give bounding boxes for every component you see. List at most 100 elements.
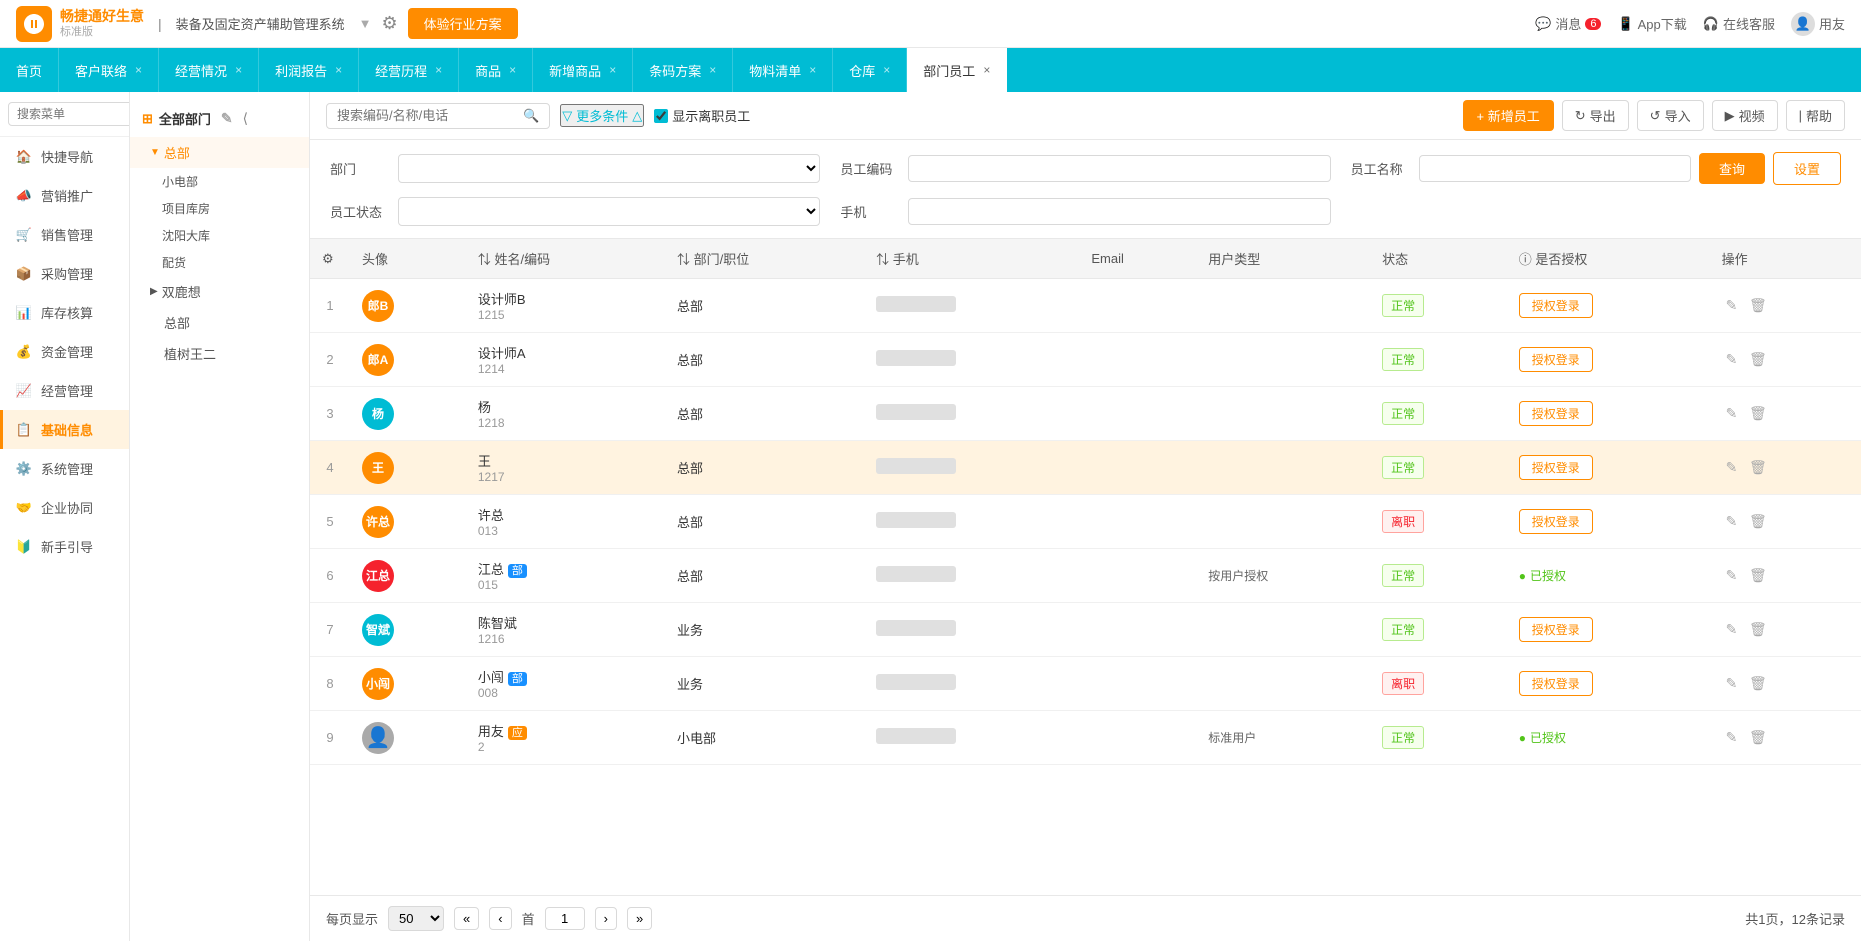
delete-btn-3[interactable]: 🗑 [1745, 403, 1771, 424]
last-page-btn[interactable]: » [627, 907, 652, 930]
delete-btn-2[interactable]: 🗑 [1745, 349, 1771, 370]
dept-child-0-1[interactable]: 项目库房 [130, 195, 309, 222]
nav-tab-new-goods[interactable]: 新增商品 × [533, 48, 633, 92]
sidebar-item-guide[interactable]: 🔰 新手引导 [0, 527, 129, 566]
emp-name-input[interactable] [1419, 155, 1691, 182]
emp-code-input[interactable] [908, 155, 1330, 182]
nav-tab-bom[interactable]: 物料清单 × [733, 48, 833, 92]
sidebar-item-purchase[interactable]: 📦 采购管理 [0, 254, 129, 293]
nav-tab-profit[interactable]: 利润报告 × [259, 48, 359, 92]
edit-btn-8[interactable]: ✎ [1722, 673, 1742, 694]
edit-btn-1[interactable]: ✎ [1722, 295, 1742, 316]
edit-btn-9[interactable]: ✎ [1722, 727, 1742, 748]
close-warehouse-tab[interactable]: × [883, 63, 890, 77]
add-employee-btn[interactable]: + 新增员工 [1463, 100, 1554, 131]
dept-item-3[interactable]: 植树王二 [130, 338, 309, 369]
edit-btn-7[interactable]: ✎ [1722, 619, 1742, 640]
nav-tab-journey[interactable]: 经营历程 × [359, 48, 459, 92]
sidebar-search-input[interactable] [8, 102, 130, 126]
sidebar-item-system[interactable]: ⚙️ 系统管理 [0, 449, 129, 488]
sidebar-item-inventory[interactable]: 📊 库存核算 [0, 293, 129, 332]
sidebar-item-enterprise[interactable]: 🤝 企业协同 [0, 488, 129, 527]
close-journey-tab[interactable]: × [435, 63, 442, 77]
dept-edit-icon[interactable]: ✎ [221, 110, 233, 127]
next-page-btn[interactable]: › [595, 907, 617, 930]
search-input[interactable] [337, 108, 517, 123]
view-btn[interactable]: ▶ 视频 [1712, 100, 1778, 131]
delete-btn-9[interactable]: 🗑 [1745, 727, 1771, 748]
phone-input[interactable] [908, 198, 1330, 225]
delete-btn-1[interactable]: 🗑 [1745, 295, 1771, 316]
nav-tab-warehouse[interactable]: 仓库 × [833, 48, 907, 92]
close-barcode-tab[interactable]: × [709, 63, 716, 77]
auth-btn-4[interactable]: 授权登录 [1519, 455, 1593, 480]
per-page-select[interactable]: 50 20 100 [388, 906, 444, 931]
sidebar-item-sales[interactable]: 🛒 销售管理 [0, 215, 129, 254]
search-btn-icon[interactable]: 🔍 [523, 108, 539, 124]
edit-btn-2[interactable]: ✎ [1722, 349, 1742, 370]
dept-child-0-3[interactable]: 配货 [130, 249, 309, 276]
col-settings[interactable]: ⚙ [310, 239, 350, 279]
nav-tab-goods[interactable]: 商品 × [459, 48, 533, 92]
sidebar-item-basic-info[interactable]: 📋 基础信息 [0, 410, 129, 449]
first-page-btn[interactable]: « [454, 907, 479, 930]
emp-status-select[interactable] [398, 197, 820, 226]
reset-btn[interactable]: 设置 [1773, 152, 1841, 185]
app-download-action[interactable]: 📱 App下载 [1617, 14, 1686, 33]
auth-btn-7[interactable]: 授权登录 [1519, 617, 1593, 642]
delete-btn-8[interactable]: 🗑 [1745, 673, 1771, 694]
import-btn[interactable]: ↺ 导入 [1637, 100, 1704, 131]
system-title-dropdown[interactable]: ▼ [359, 16, 372, 31]
edit-btn-5[interactable]: ✎ [1722, 511, 1742, 532]
close-dept-emp-tab[interactable]: × [983, 63, 990, 77]
dept-child-0-2[interactable]: 沈阳大库 [130, 222, 309, 249]
nav-tab-home[interactable]: 首页 [0, 48, 59, 92]
sidebar-item-operations[interactable]: 📈 经营管理 [0, 371, 129, 410]
page-input[interactable] [545, 907, 585, 930]
close-goods-tab[interactable]: × [509, 63, 516, 77]
auth-btn-1[interactable]: 授权登录 [1519, 293, 1593, 318]
edit-btn-3[interactable]: ✎ [1722, 403, 1742, 424]
more-filters-btn[interactable]: ▽ 更多条件 △ [560, 104, 644, 127]
auth-btn-2[interactable]: 授权登录 [1519, 347, 1593, 372]
close-new-goods-tab[interactable]: × [609, 63, 616, 77]
dept-item-1[interactable]: ▶ 双鹿想 [130, 276, 309, 307]
col-name-code[interactable]: ⇅ 姓名/编码 [466, 239, 665, 279]
close-operations-tab[interactable]: × [235, 63, 242, 77]
nav-tab-operations[interactable]: 经营情况 × [159, 48, 259, 92]
delete-btn-7[interactable]: 🗑 [1745, 619, 1771, 640]
nav-tab-barcode[interactable]: 条码方案 × [633, 48, 733, 92]
show-resigned-checkbox[interactable] [654, 109, 668, 123]
dept-item-2[interactable]: 总部 [130, 307, 309, 338]
nav-tab-dept-emp[interactable]: 部门员工 × [907, 48, 1007, 92]
auth-btn-3[interactable]: 授权登录 [1519, 401, 1593, 426]
nav-tab-customer[interactable]: 客户联络 × [59, 48, 159, 92]
auth-btn-8[interactable]: 授权登录 [1519, 671, 1593, 696]
trial-btn[interactable]: 体验行业方案 [408, 8, 518, 39]
prev-page-btn[interactable]: ‹ [489, 907, 511, 930]
sidebar-item-finance[interactable]: 💰 资金管理 [0, 332, 129, 371]
delete-btn-5[interactable]: 🗑 [1745, 511, 1771, 532]
user-action[interactable]: 👤 用友 [1791, 12, 1845, 36]
close-bom-tab[interactable]: × [809, 63, 816, 77]
col-phone[interactable]: ⇅ 手机 [864, 239, 1079, 279]
delete-btn-4[interactable]: 🗑 [1745, 457, 1771, 478]
edit-btn-4[interactable]: ✎ [1722, 457, 1742, 478]
message-action[interactable]: 💬 消息 6 [1535, 14, 1601, 33]
collapse-panel-btn[interactable]: ⟨ [239, 108, 252, 129]
online-service-action[interactable]: 🎧 在线客服 [1703, 14, 1775, 33]
col-dept-position[interactable]: ⇅ 部门/职位 [665, 239, 864, 279]
show-resigned-label[interactable]: 显示离职员工 [654, 106, 750, 125]
dept-select[interactable] [398, 154, 820, 183]
sidebar-item-marketing[interactable]: 📣 营销推广 [0, 176, 129, 215]
auth-btn-5[interactable]: 授权登录 [1519, 509, 1593, 534]
dept-item-0[interactable]: ▼ 总部 [130, 137, 309, 168]
close-customer-tab[interactable]: × [135, 63, 142, 77]
export-btn[interactable]: ↻ 导出 [1562, 100, 1629, 131]
close-profit-tab[interactable]: × [335, 63, 342, 77]
dept-child-0-0[interactable]: 小电部 [130, 168, 309, 195]
settings-btn[interactable]: ⚙ [382, 13, 398, 34]
query-btn[interactable]: 查询 [1699, 153, 1765, 184]
edit-btn-6[interactable]: ✎ [1722, 565, 1742, 586]
delete-btn-6[interactable]: 🗑 [1745, 565, 1771, 586]
